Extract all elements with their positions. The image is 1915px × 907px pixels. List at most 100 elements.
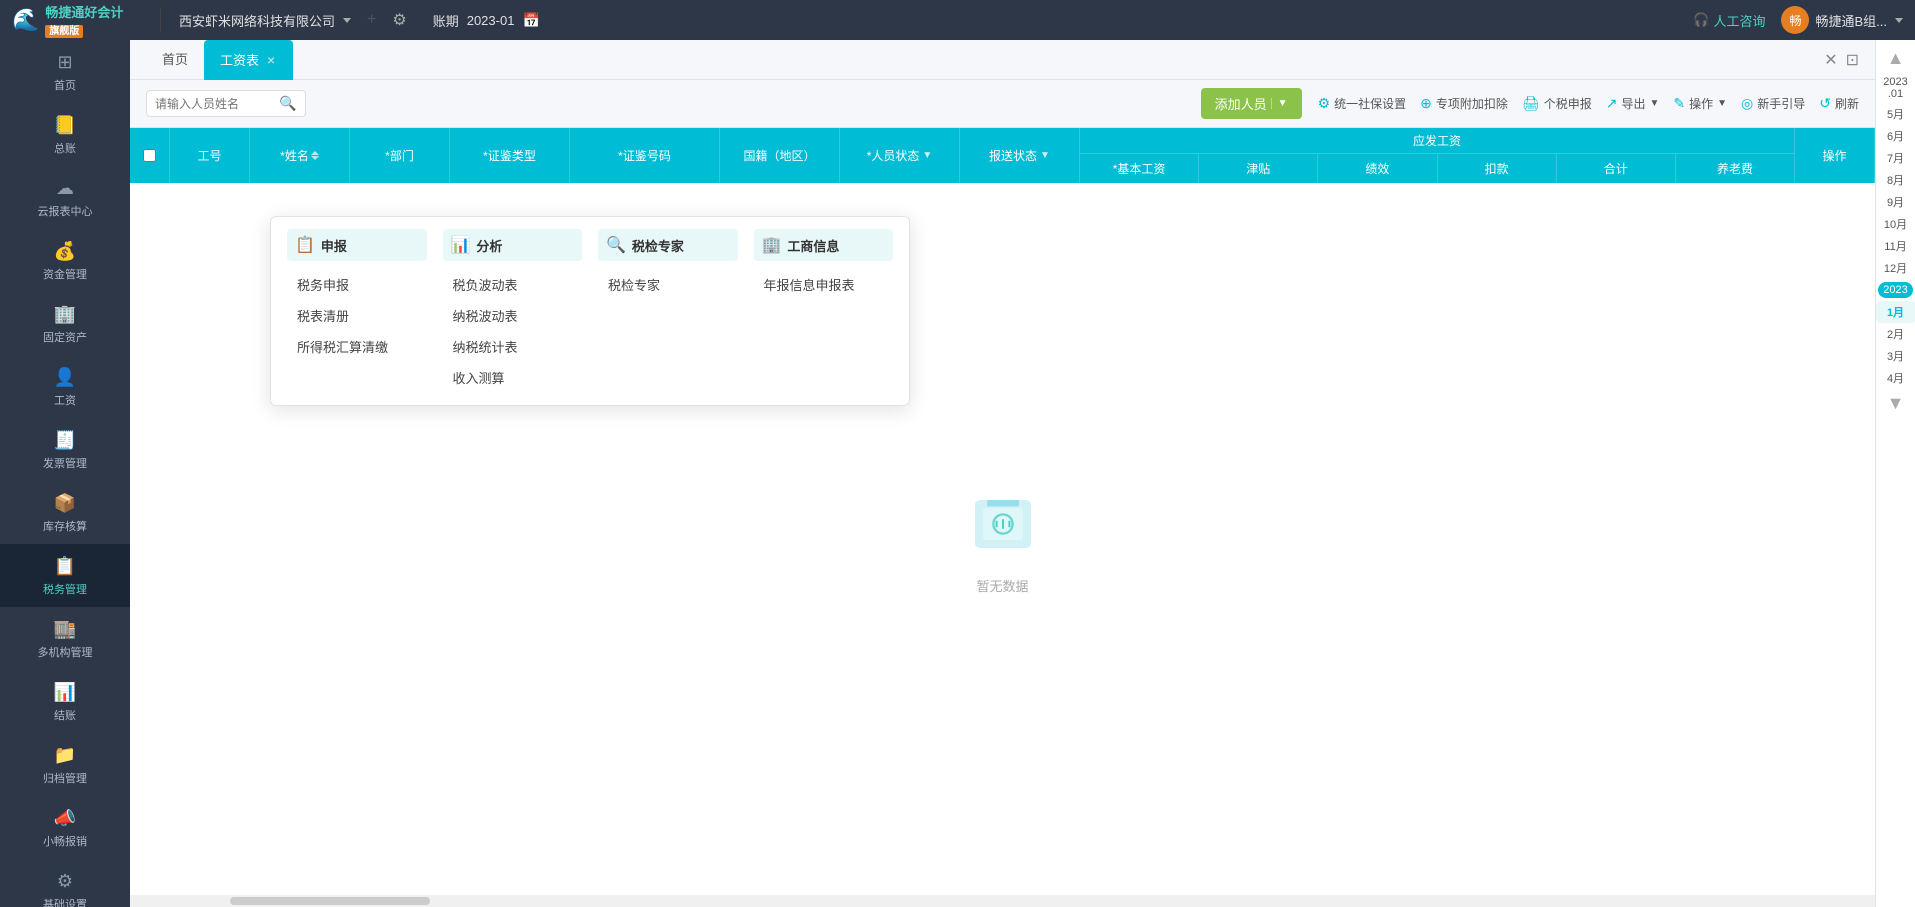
sidebar: ⊞ 首页 📒 总账 ☁ 云报表中心 💰 资金管理 🏢 固定资产 👤 工资 🧾 发… [0,40,130,907]
tax-expert-popup-title: 税检专家 [632,236,684,255]
search-input[interactable] [155,97,275,111]
th-status[interactable]: *人员状态 ▼ [840,128,960,183]
month-5[interactable]: 5月 [1887,103,1904,125]
th-id[interactable]: 工号 [170,128,250,183]
tab-salary-table[interactable]: 工资表 × [204,40,293,80]
month-4[interactable]: 4月 [1887,367,1904,389]
month-7[interactable]: 7月 [1887,147,1904,169]
support-button[interactable]: 🎧 人工咨询 [1693,11,1765,30]
popup-item-expert[interactable]: 税检专家 [598,269,738,300]
right-panel-up-icon[interactable]: ▲ [1887,44,1905,73]
popup-item-tax-declaration[interactable]: 税务申报 [287,269,427,300]
toolbar-action-export[interactable]: ↗ 导出 ▼ [1606,95,1660,112]
sidebar-item-assets[interactable]: 🏢 固定资产 [0,292,130,355]
status-filter-icon[interactable]: ▼ [922,150,932,161]
add-person-label: 添加人员 [1215,94,1267,113]
assets-icon: 🏢 [54,304,76,325]
user-menu[interactable]: 畅 畅捷通B组... [1781,6,1903,34]
year-badge: 2023 [1878,282,1912,298]
popup-item-income-calc[interactable]: 收入测算 [443,362,583,393]
toolbar-action-individual-tax[interactable]: 🖨 个税申报 [1522,95,1592,112]
tab-home[interactable]: 首页 [146,40,204,80]
sidebar-item-salary[interactable]: 👤 工资 [0,355,130,418]
company-selector[interactable]: 西安虾米网络科技有限公司 [179,11,351,30]
sidebar-item-cloud[interactable]: ☁ 云报表中心 [0,166,130,229]
th-region[interactable]: 国籍（地区） [720,128,840,183]
app-edition: 旗舰版 [45,25,83,38]
th-cert-no[interactable]: *证鉴号码 [570,128,720,183]
sidebar-item-invoice[interactable]: 🧾 发票管理 [0,418,130,481]
month-6[interactable]: 6月 [1887,125,1904,147]
toolbar-action-special-deduction[interactable]: ⊕ 专项附加扣除 [1420,95,1508,112]
refresh-action-label: 刷新 [1835,95,1859,112]
sidebar-item-home[interactable]: ⊞ 首页 [0,40,130,103]
month-9[interactable]: 9月 [1887,191,1904,213]
period-selector[interactable]: 账期 2023-01 📅 [433,11,540,30]
toolbar-action-operations[interactable]: ✎ 操作 ▼ [1673,95,1727,112]
month-8[interactable]: 8月 [1887,169,1904,191]
popup-item-annual-report[interactable]: 年报信息申报表 [754,269,894,300]
settings-icon[interactable]: ⚙ [392,10,406,30]
popup-section-header-business-info: 🏢工商信息 [754,229,894,261]
name-sort[interactable] [311,151,319,160]
sidebar-item-settings[interactable]: ⚙ 基础设置 [0,859,130,907]
month-1-active[interactable]: 1月 [1876,301,1915,323]
popup-item-income-tax[interactable]: 所得税汇算清缴 [287,331,427,362]
th-name[interactable]: *姓名 [250,128,350,183]
report-status-filter-icon[interactable]: ▼ [1040,150,1050,161]
th-dept[interactable]: *部门 [350,128,450,183]
th-report-status[interactable]: 报送状态 ▼ [960,128,1080,183]
operations-action-label: 操作 [1689,95,1713,112]
th-allowance[interactable]: 津贴 [1199,154,1318,183]
add-person-button[interactable]: 添加人员 ▼ [1201,88,1302,119]
add-company-icon[interactable]: + [367,11,376,29]
sidebar-item-inventory[interactable]: 📦 库存核算 [0,481,130,544]
sidebar-item-funds[interactable]: 💰 资金管理 [0,229,130,292]
th-cert-type[interactable]: *证鉴类型 [450,128,570,183]
table-scrollbar[interactable] [130,895,1875,907]
toolbar-action-refresh[interactable]: ↺ 刷新 [1819,95,1859,112]
toolbar-action-social-security[interactable]: ⚙ 统一社保设置 [1318,95,1407,112]
month-12[interactable]: 12月 [1884,257,1907,279]
scrollbar-thumb[interactable] [230,897,430,905]
declaration-popup-icon: 📋 [295,235,315,255]
tab-salary-close-button[interactable]: × [265,52,277,68]
month-10[interactable]: 10月 [1884,213,1907,235]
th-wage-group-label: 应发工资 [1080,128,1794,154]
month-2[interactable]: 2月 [1887,323,1904,345]
month-11[interactable]: 11月 [1884,235,1906,257]
th-ops: 操作 [1795,128,1875,183]
toolbar-action-guide[interactable]: ◎ 新手引导 [1741,95,1805,112]
analysis-popup-icon: 📊 [451,235,471,255]
calendar-icon[interactable]: 📅 [522,12,539,29]
invoice-icon: 🧾 [54,430,76,451]
sidebar-item-archive[interactable]: 📁 归档管理 [0,733,130,796]
popup-item-tax-payment[interactable]: 纳税波动表 [443,300,583,331]
th-pension[interactable]: 养老费 [1676,154,1794,183]
popup-section-header-analysis: 📊分析 [443,229,583,261]
sidebar-item-ledger[interactable]: 📒 总账 [0,103,130,166]
popup-item-tax-burden[interactable]: 税负波动表 [443,269,583,300]
th-total[interactable]: 合计 [1557,154,1676,183]
search-box[interactable]: 🔍 [146,90,306,117]
close-tab-icon[interactable]: ✕ [1824,50,1837,70]
month-3[interactable]: 3月 [1887,345,1904,367]
popup-item-tax-table[interactable]: 税表清册 [287,300,427,331]
sidebar-item-multi[interactable]: 🏬 多机构管理 [0,607,130,670]
right-panel-down-icon[interactable]: ▼ [1887,389,1905,418]
sidebar-item-report[interactable]: 📣 小畅报销 [0,796,130,859]
popup-item-tax-stats[interactable]: 纳税统计表 [443,331,583,362]
th-wage-group: 应发工资 *基本工资 津贴 绩效 扣款 合计 养老费 [1080,128,1795,183]
th-performance[interactable]: 绩效 [1318,154,1437,183]
sidebar-item-close[interactable]: 📊 结账 [0,670,130,733]
select-all-checkbox[interactable] [143,149,156,162]
sidebar-item-tax[interactable]: 📋 税务管理 [0,544,130,607]
expand-icon[interactable]: ⊡ [1846,50,1859,70]
sidebar-label-home: 首页 [54,77,76,93]
sidebar-label-archive: 归档管理 [43,770,87,786]
th-base-wage[interactable]: *基本工资 [1080,154,1199,183]
operations-arrow: ▼ [1717,98,1727,109]
user-name: 畅捷通B组... [1815,11,1887,30]
th-checkbox[interactable] [130,128,170,183]
th-deduction[interactable]: 扣款 [1438,154,1557,183]
